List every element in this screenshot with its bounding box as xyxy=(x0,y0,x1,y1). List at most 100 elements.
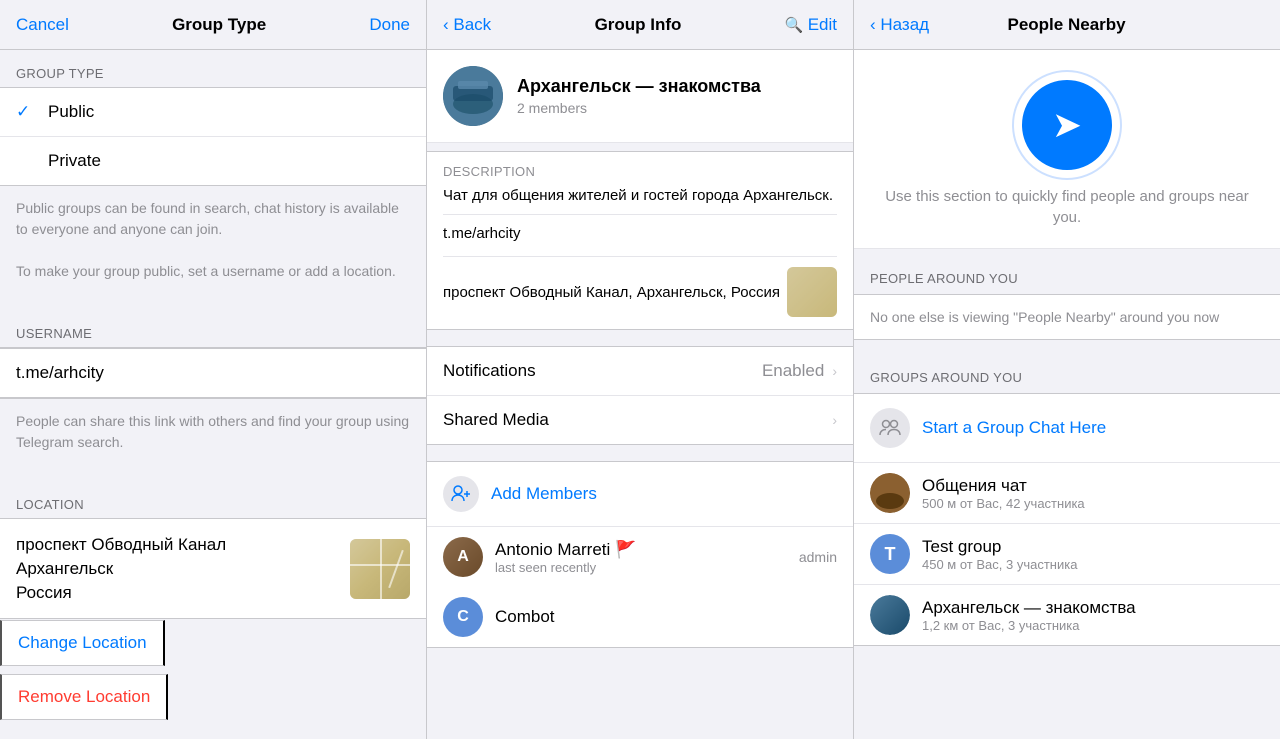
shared-media-chevron-icon: › xyxy=(832,412,837,428)
navigation-arrow-icon: ➤ xyxy=(1052,104,1082,146)
group-location-text: проспект Обводный Канал, Архангельск, Ро… xyxy=(443,282,787,303)
notifications-row[interactable]: Notifications Enabled › xyxy=(427,347,853,396)
public-checkmark: ✓ xyxy=(16,102,36,122)
member-name-combot: Combot xyxy=(495,607,837,627)
map-road-d xyxy=(388,550,404,588)
table-row[interactable]: A Antonio Marreti 🚩 last seen recently a… xyxy=(427,527,853,587)
groups-around-section: GROUPS AROUND YOU Start a Group Chat Her… xyxy=(854,356,1280,646)
public-label: Public xyxy=(48,102,94,122)
people-around-list: No one else is viewing "People Nearby" a… xyxy=(854,294,1280,340)
table-row[interactable]: C Combot xyxy=(427,587,853,647)
panel3-navbar: ‹ Назад People Nearby xyxy=(854,0,1280,50)
group-avatar xyxy=(443,66,503,126)
groups-around-list: Start a Group Chat Here Общения чат xyxy=(854,393,1280,646)
group-nearby-avatar-2 xyxy=(870,595,910,635)
group-type-section: GROUP TYPE ✓ Public ✓ Private Public gro… xyxy=(0,50,426,294)
notifications-value: Enabled xyxy=(762,361,824,381)
group-nearby-dist-2: 1,2 км от Вас, 3 участника xyxy=(922,618,1264,633)
username-info: People can share this link with others a… xyxy=(0,399,426,465)
location-map-thumb xyxy=(350,539,410,599)
add-members-text: Add Members xyxy=(491,484,597,504)
groups-around-label: GROUPS AROUND YOU xyxy=(854,356,1280,393)
member-info-antonio: Antonio Marreti 🚩 last seen recently xyxy=(495,540,799,575)
member-avatar-combot: C xyxy=(443,597,483,637)
group-nearby-info-1: Test group 450 м от Вас, 3 участника xyxy=(922,537,1264,572)
list-item[interactable]: T Test group 450 м от Вас, 3 участника xyxy=(854,524,1280,585)
username-value[interactable]: t.me/arhcity xyxy=(0,348,426,398)
location-text: проспект Обводный КаналАрхангельскРоссия xyxy=(16,533,350,604)
group-nearby-name-1: Test group xyxy=(922,537,1264,557)
group-nearby-name: Общения чат xyxy=(922,476,1264,496)
hero-description: Use this section to quickly find people … xyxy=(874,186,1260,228)
member-avatar-antonio: A xyxy=(443,537,483,577)
member-info-combot: Combot xyxy=(495,607,837,627)
group-nearby-dist: 500 м от Вас, 42 участника xyxy=(922,496,1264,511)
public-info: Public groups can be found in search, ch… xyxy=(0,186,426,294)
member-role: admin xyxy=(799,549,837,565)
add-members-icon xyxy=(443,476,479,512)
group-type-header: GROUP TYPE xyxy=(0,50,426,87)
public-option[interactable]: ✓ Public xyxy=(0,88,426,137)
panel2-navbar: ‹ Back Group Info 🔍 Edit xyxy=(427,0,853,50)
desc-label: DESCRIPTION xyxy=(443,164,837,179)
member-status: last seen recently xyxy=(495,560,799,575)
group-nearby-avatar-0 xyxy=(870,473,910,513)
done-button[interactable]: Done xyxy=(369,15,410,35)
location-header: LOCATION xyxy=(0,481,426,518)
description-section: DESCRIPTION Чат для общения жителей и го… xyxy=(427,151,853,330)
start-group-icon xyxy=(870,408,910,448)
cancel-button[interactable]: Cancel xyxy=(16,15,69,35)
members-list: Add Members A Antonio Marreti 🚩 last see… xyxy=(427,461,853,648)
private-label: Private xyxy=(48,151,101,171)
location-hero: ➤ Use this section to quickly find peopl… xyxy=(854,50,1280,249)
group-link[interactable]: t.me/arhcity xyxy=(443,214,837,252)
private-option[interactable]: ✓ Private xyxy=(0,137,426,185)
group-header: Архангельск — знакомства 2 members xyxy=(427,50,853,143)
group-type-list: ✓ Public ✓ Private xyxy=(0,87,426,186)
back-button-panel3[interactable]: ‹ Назад xyxy=(870,15,929,35)
list-item[interactable]: Общения чат 500 м от Вас, 42 участника xyxy=(854,463,1280,524)
group-nearby-info-0: Общения чат 500 м от Вас, 42 участника xyxy=(922,476,1264,511)
start-group-text: Start a Group Chat Here xyxy=(922,418,1106,438)
notifications-label: Notifications xyxy=(443,361,762,381)
remove-location-button[interactable]: Remove Location xyxy=(0,674,168,720)
map-road-v xyxy=(380,539,382,599)
username-section: USERNAME t.me/arhcity People can share t… xyxy=(0,310,426,465)
shared-media-row[interactable]: Shared Media › xyxy=(427,396,853,444)
settings-list: Notifications Enabled › Shared Media › xyxy=(427,346,853,445)
notifications-chevron-icon: › xyxy=(832,363,837,379)
group-avatar-img xyxy=(443,66,503,126)
back-chevron-icon: ‹ xyxy=(443,15,453,34)
people-around-section: PEOPLE AROUND YOU No one else is viewing… xyxy=(854,257,1280,340)
group-location-map xyxy=(787,267,837,317)
start-group-row[interactable]: Start a Group Chat Here xyxy=(854,394,1280,463)
map-road-h xyxy=(350,564,410,566)
member-name: Antonio Marreti 🚩 xyxy=(495,540,799,560)
change-location-button[interactable]: Change Location xyxy=(0,620,165,666)
group-location-row: проспект Обводный Канал, Архангельск, Ро… xyxy=(443,256,837,317)
panel-group-info: ‹ Back Group Info 🔍 Edit Архангельск — з… xyxy=(427,0,854,739)
back-button-panel2[interactable]: ‹ Back xyxy=(443,15,491,35)
people-around-label: PEOPLE AROUND YOU xyxy=(854,257,1280,294)
panel3-title: People Nearby xyxy=(1008,15,1126,35)
panel-people-nearby: ‹ Назад People Nearby ➤ Use this section… xyxy=(854,0,1280,739)
panel1-title: Group Type xyxy=(172,15,266,35)
group-members: 2 members xyxy=(517,100,761,116)
panel1-navbar: Cancel Group Type Done xyxy=(0,0,426,50)
desc-text: Чат для общения жителей и гостей города … xyxy=(443,185,837,206)
panel2-title: Group Info xyxy=(595,15,682,35)
group-info: Архангельск — знакомства 2 members xyxy=(517,76,761,116)
private-checkmark: ✓ xyxy=(16,151,36,171)
group-nearby-avatar-1: T xyxy=(870,534,910,574)
panel2-content: Архангельск — знакомства 2 members DESCR… xyxy=(427,50,853,739)
list-item[interactable]: Архангельск — знакомства 1,2 км от Вас, … xyxy=(854,585,1280,645)
group-nearby-dist-1: 450 м от Вас, 3 участника xyxy=(922,557,1264,572)
group-name: Архангельск — знакомства xyxy=(517,76,761,97)
edit-button[interactable]: 🔍 Edit xyxy=(785,15,837,35)
location-section: LOCATION проспект Обводный КаналАрхангел… xyxy=(0,481,426,720)
shared-media-label: Shared Media xyxy=(443,410,832,430)
location-icon: ➤ xyxy=(1022,80,1112,170)
no-one-text: No one else is viewing "People Nearby" a… xyxy=(854,295,1280,339)
add-members-row[interactable]: Add Members xyxy=(427,462,853,527)
group-nearby-info-2: Архангельск — знакомства 1,2 км от Вас, … xyxy=(922,598,1264,633)
